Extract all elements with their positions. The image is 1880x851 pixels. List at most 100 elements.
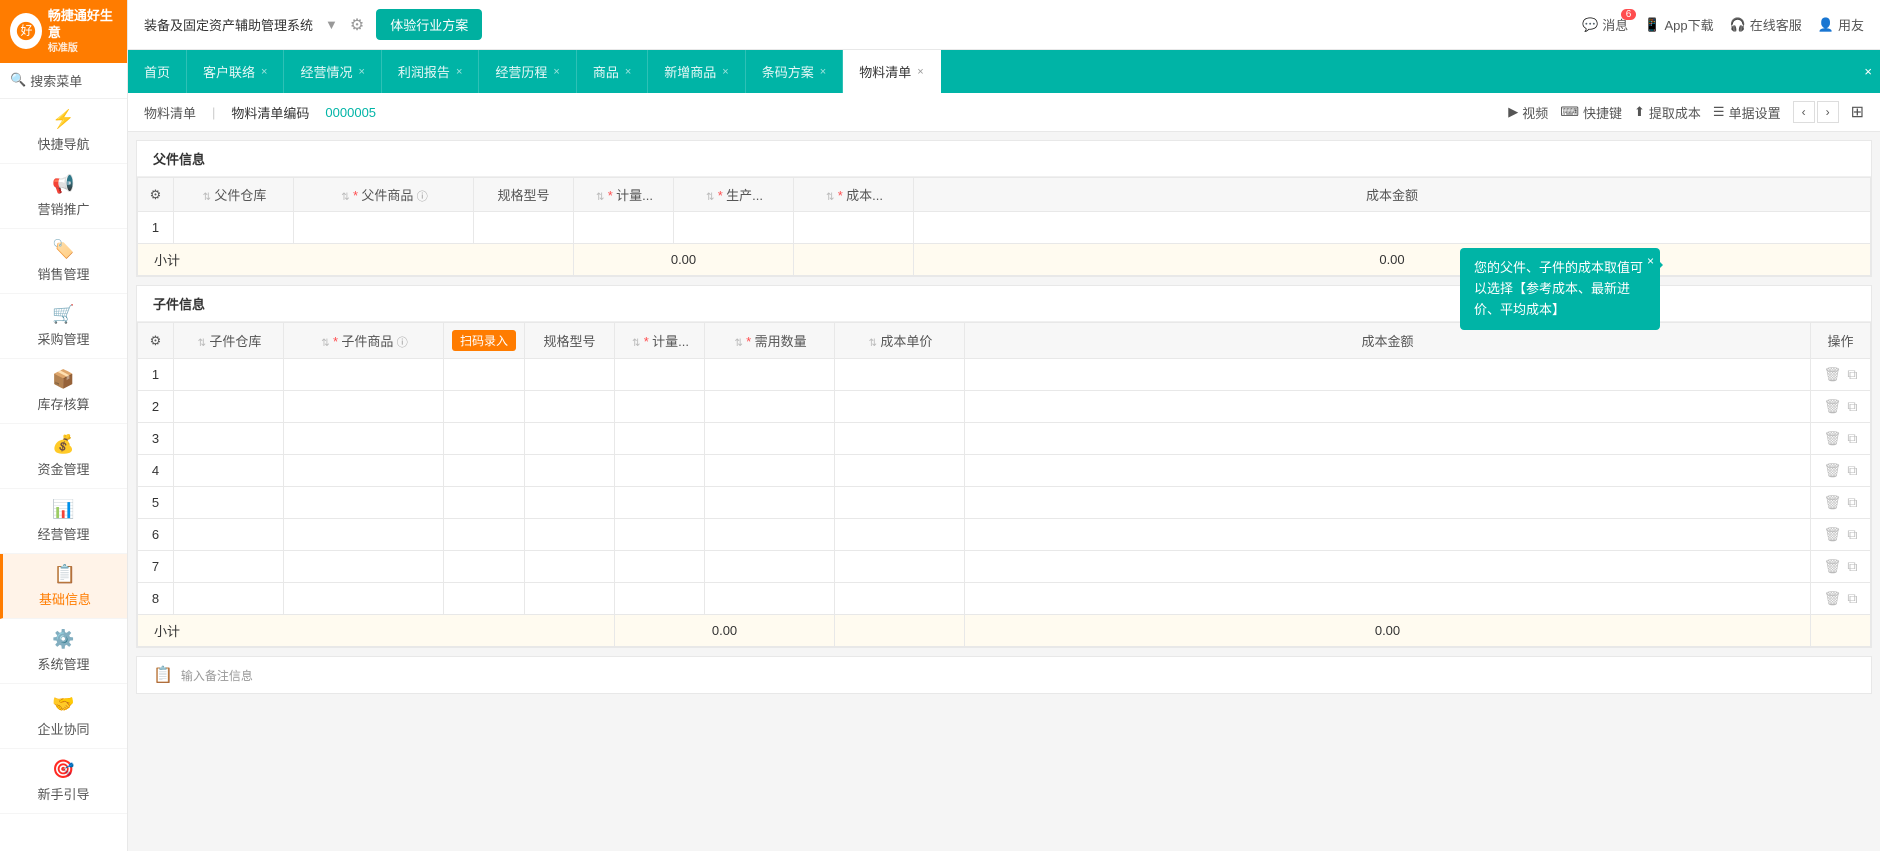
sidebar-item-finance[interactable]: 💰 资金管理: [0, 424, 127, 489]
dropdown-icon[interactable]: ▼: [325, 17, 338, 32]
tab-new-product-close[interactable]: ×: [722, 66, 728, 78]
scan-button[interactable]: 扫码录入: [452, 330, 516, 351]
copy-icon[interactable]: ⧉: [1847, 366, 1857, 383]
trial-button[interactable]: 体验行业方案: [376, 9, 482, 40]
sidebar-search[interactable]: 🔍 搜索菜单: [0, 63, 127, 99]
sort-cost[interactable]: ⇅: [826, 192, 834, 203]
child-row-1-qty[interactable]: [705, 359, 835, 391]
child-row-1-warehouse[interactable]: [174, 359, 284, 391]
shortcut-action[interactable]: ⌨ 快捷键: [1560, 103, 1622, 122]
child-row-2-amount[interactable]: [965, 391, 1811, 423]
tab-barcode[interactable]: 条码方案 ×: [746, 50, 843, 93]
tab-customer-close[interactable]: ×: [261, 66, 267, 78]
copy-icon[interactable]: ⧉: [1847, 430, 1857, 447]
child-row-1-spec[interactable]: [525, 359, 615, 391]
sidebar-item-marketing[interactable]: 📢 营销推广: [0, 164, 127, 229]
sidebar-item-system[interactable]: ⚙️ 系统管理: [0, 619, 127, 684]
child-sort-qty[interactable]: ⇅: [734, 338, 742, 349]
child-row-1-unit-cost[interactable]: [835, 359, 965, 391]
child-row-2-warehouse[interactable]: [174, 391, 284, 423]
sort-production[interactable]: ⇅: [706, 192, 714, 203]
copy-icon[interactable]: ⧉: [1847, 590, 1857, 607]
sidebar-item-sales[interactable]: 🏷️ 销售管理: [0, 229, 127, 294]
child-row-1-product[interactable]: [284, 359, 444, 391]
copy-icon[interactable]: ⧉: [1847, 558, 1857, 575]
delete-icon[interactable]: 🗑: [1824, 526, 1842, 543]
child-row-2-spec[interactable]: [525, 391, 615, 423]
parent-spec-cell[interactable]: [474, 212, 574, 244]
tab-bom[interactable]: 物料清单 ×: [843, 50, 940, 93]
child-row-2-unit-cost[interactable]: [835, 391, 965, 423]
sort-product[interactable]: ⇅: [341, 192, 349, 203]
tab-product[interactable]: 商品 ×: [577, 50, 648, 93]
delete-icon[interactable]: 🗑: [1824, 590, 1842, 607]
tab-bom-close[interactable]: ×: [917, 66, 923, 78]
child-row-2-qty[interactable]: [705, 391, 835, 423]
tab-history-close[interactable]: ×: [553, 66, 559, 78]
tabs-close-all[interactable]: ×: [1856, 52, 1880, 91]
sort-unit[interactable]: ⇅: [596, 192, 604, 203]
copy-icon[interactable]: ⧉: [1847, 462, 1857, 479]
child-sort-unit-cost[interactable]: ⇅: [869, 338, 877, 349]
online-service-action[interactable]: 🎧 在线客服: [1730, 15, 1802, 34]
copy-icon[interactable]: ⧉: [1847, 398, 1857, 415]
extract-cost-action[interactable]: ⬆ 提取成本: [1634, 103, 1701, 122]
sidebar-item-inventory[interactable]: 📦 库存核算: [0, 359, 127, 424]
breadcrumb-bom[interactable]: 物料清单: [144, 103, 196, 122]
app-download-action[interactable]: 📱 App下载: [1644, 15, 1713, 34]
sidebar-item-operations[interactable]: 📊 经营管理: [0, 489, 127, 554]
tab-operation[interactable]: 经营情况 ×: [284, 50, 381, 93]
tab-home[interactable]: 首页: [128, 50, 187, 93]
parent-warehouse-cell[interactable]: [174, 212, 294, 244]
child-row-2-product[interactable]: [284, 391, 444, 423]
delete-icon[interactable]: 🗑: [1824, 366, 1842, 383]
app-logo: 好 畅捷通好生意 标准版: [0, 0, 127, 63]
child-sort-warehouse[interactable]: ⇅: [198, 338, 206, 349]
tab-profit-close[interactable]: ×: [456, 66, 462, 78]
delete-icon[interactable]: 🗑: [1824, 494, 1842, 511]
tab-barcode-close[interactable]: ×: [820, 66, 826, 78]
delete-icon[interactable]: 🗑: [1824, 430, 1842, 447]
message-action[interactable]: 💬 消息 6: [1582, 15, 1628, 34]
sidebar-item-newbie[interactable]: 🎯 新手引导: [0, 749, 127, 814]
parent-production-cell[interactable]: [674, 212, 794, 244]
sidebar-item-quick-nav[interactable]: ⚡ 快捷导航: [0, 99, 127, 164]
sidebar-item-enterprise[interactable]: 🤝 企业协同: [0, 684, 127, 749]
child-col-unit-cost: ⇅ 成本单价: [835, 323, 965, 359]
sidebar-item-purchase[interactable]: 🛒 采购管理: [0, 294, 127, 359]
copy-icon[interactable]: ⧉: [1847, 526, 1857, 543]
delete-icon[interactable]: 🗑: [1824, 398, 1842, 415]
parent-unit-cell[interactable]: [574, 212, 674, 244]
tab-product-close[interactable]: ×: [625, 66, 631, 78]
parent-product-cell[interactable]: [294, 212, 474, 244]
copy-icon[interactable]: ⧉: [1847, 494, 1857, 511]
tab-profit[interactable]: 利润报告 ×: [382, 50, 479, 93]
grid-icon[interactable]: ⊞: [1851, 102, 1864, 122]
parent-col-settings[interactable]: ⚙: [138, 178, 174, 212]
prev-arrow[interactable]: ‹: [1793, 101, 1815, 123]
sidebar-item-basic-info[interactable]: 📋 基础信息: [0, 554, 127, 619]
tab-new-product[interactable]: 新增商品 ×: [648, 50, 745, 93]
tooltip-close-btn[interactable]: ×: [1647, 252, 1654, 271]
child-sort-unit[interactable]: ⇅: [632, 338, 640, 349]
tab-customer[interactable]: 客户联络 ×: [187, 50, 284, 93]
child-row-2-unit[interactable]: [615, 391, 705, 423]
child-col-settings[interactable]: ⚙: [138, 323, 174, 359]
next-arrow[interactable]: ›: [1817, 101, 1839, 123]
tab-history[interactable]: 经营历程 ×: [479, 50, 576, 93]
inventory-icon: 📦: [52, 369, 74, 390]
parent-cost-cell[interactable]: [794, 212, 914, 244]
settings-btn[interactable]: ⚙: [350, 15, 364, 35]
child-col-scan[interactable]: 扫码录入: [444, 323, 525, 359]
tab-operation-close[interactable]: ×: [358, 66, 364, 78]
delete-icon[interactable]: 🗑: [1824, 462, 1842, 479]
child-row-1-unit[interactable]: [615, 359, 705, 391]
delete-icon[interactable]: 🗑: [1824, 558, 1842, 575]
child-row-1-amount[interactable]: [965, 359, 1811, 391]
user-action[interactable]: 👤 用友: [1818, 15, 1864, 34]
view-action[interactable]: ▶ 视频: [1508, 103, 1548, 122]
child-sort-product[interactable]: ⇅: [321, 338, 329, 349]
parent-amount-cell[interactable]: [914, 212, 1871, 244]
sort-warehouse[interactable]: ⇅: [203, 192, 211, 203]
single-settings-action[interactable]: ☰ 单据设置: [1713, 103, 1781, 122]
